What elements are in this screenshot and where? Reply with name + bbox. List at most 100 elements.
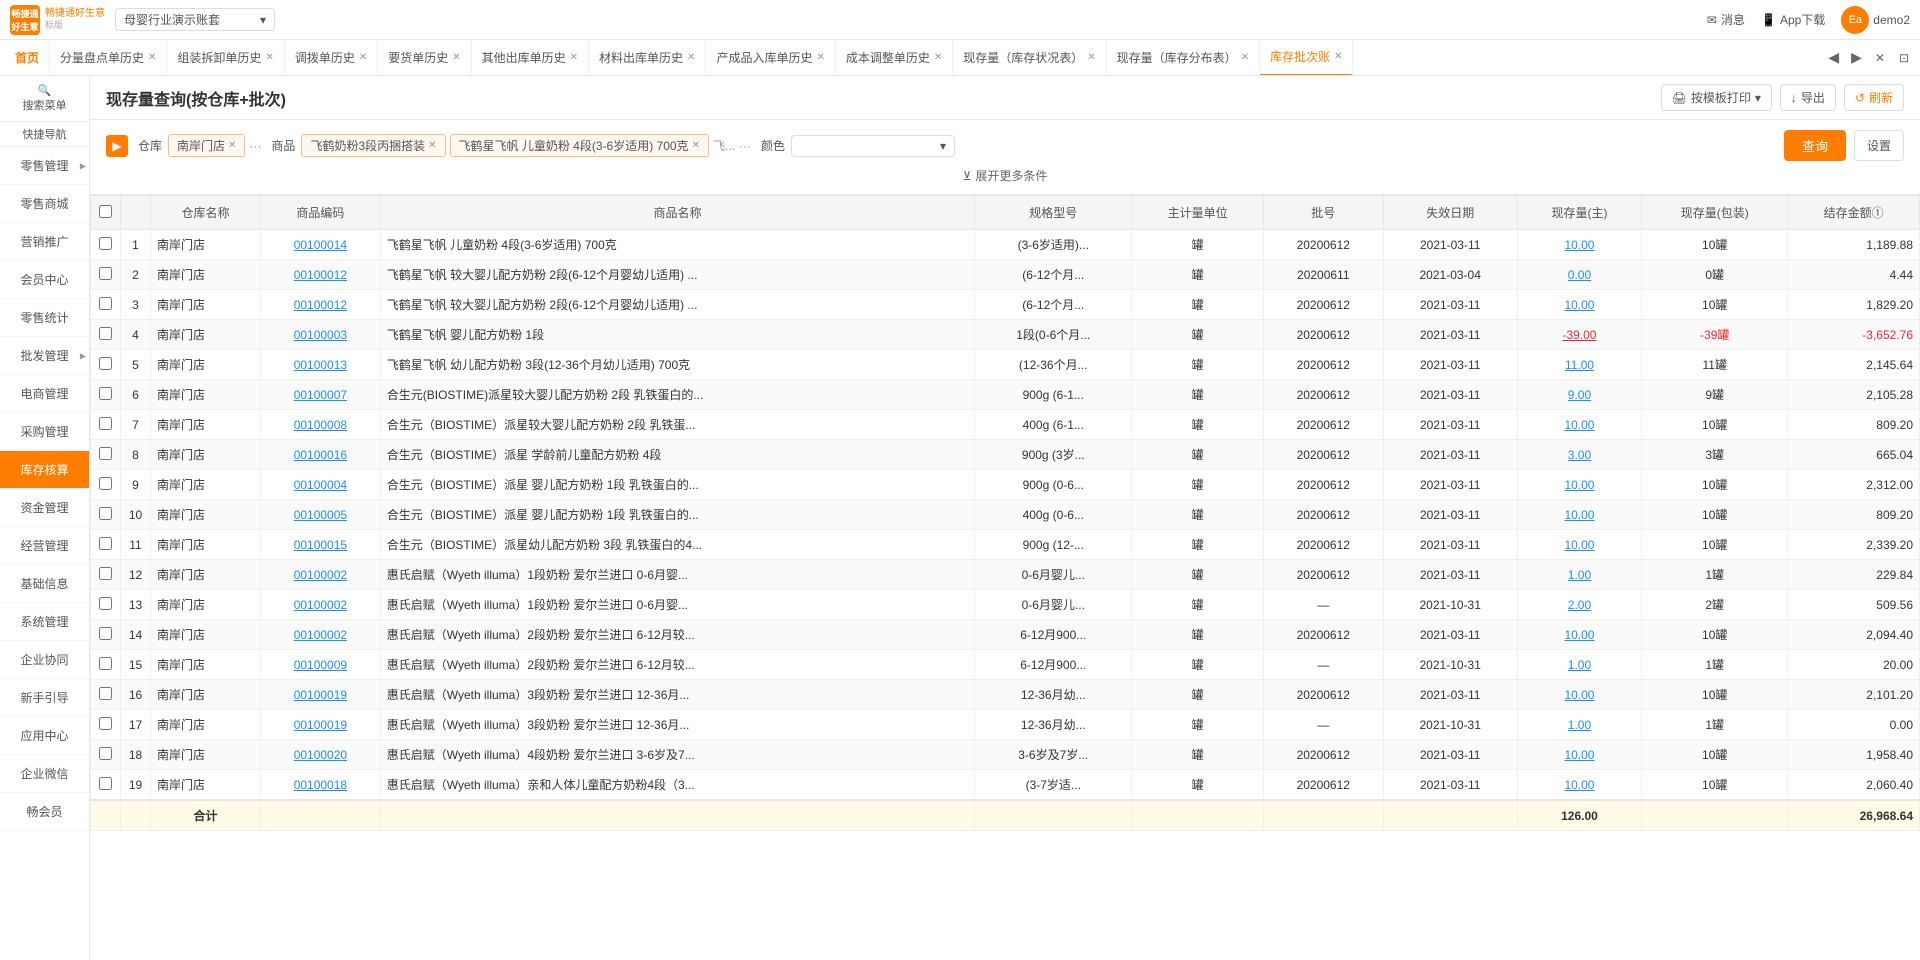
row-qty-main[interactable]: 10.00 — [1517, 230, 1641, 260]
tab-close-icon[interactable]: ✕ — [816, 52, 824, 63]
row-checkbox[interactable] — [99, 687, 112, 700]
row-qty-main[interactable]: 10.00 — [1517, 740, 1641, 770]
row-name[interactable]: 合生元（BIOSTIME）派星 婴儿配方奶粉 1段 乳铁蛋白的... — [380, 500, 975, 530]
row-code[interactable]: 00100007 — [261, 380, 381, 410]
tab-chengpin[interactable]: 产成品入库单历史 ✕ — [706, 40, 835, 76]
row-code[interactable]: 00100012 — [261, 290, 381, 320]
row-check[interactable] — [91, 380, 121, 410]
row-checkbox[interactable] — [99, 657, 112, 670]
product-more-dots[interactable]: ··· — [739, 139, 751, 153]
sidebar-item-operations[interactable]: 经营管理 — [0, 527, 89, 565]
row-checkbox[interactable] — [99, 627, 112, 640]
expand-more-btn[interactable]: ⊻ 展开更多条件 — [963, 167, 1048, 184]
row-qty-main[interactable]: 10.00 — [1517, 290, 1641, 320]
tab-close-icon[interactable]: ✕ — [570, 52, 578, 63]
row-checkbox[interactable] — [99, 777, 112, 790]
tab-close-icon[interactable]: ✕ — [687, 52, 695, 63]
tab-prev-btn[interactable]: ◀ — [1823, 49, 1844, 66]
row-check[interactable] — [91, 680, 121, 710]
row-name[interactable]: 惠氏启赋（Wyeth illuma）1段奶粉 爱尔兰进口 0-6月婴... — [380, 560, 975, 590]
tab-current[interactable]: 库存批次账 ✕ — [1260, 40, 1353, 76]
row-name[interactable]: 惠氏启赋（Wyeth illuma）3段奶粉 爱尔兰进口 12-36月... — [380, 680, 975, 710]
row-name[interactable]: 飞鹤星飞帆 儿童奶粉 4段(3-6岁适用) 700克 — [380, 230, 975, 260]
row-check[interactable] — [91, 320, 121, 350]
row-checkbox[interactable] — [99, 327, 112, 340]
row-checkbox[interactable] — [99, 387, 112, 400]
row-code[interactable]: 00100019 — [261, 680, 381, 710]
row-checkbox[interactable] — [99, 447, 112, 460]
row-check[interactable] — [91, 560, 121, 590]
sidebar-quick-nav[interactable]: 快捷导航 — [0, 122, 89, 147]
row-check[interactable] — [91, 740, 121, 770]
row-checkbox[interactable] — [99, 297, 112, 310]
row-check[interactable] — [91, 470, 121, 500]
row-code[interactable]: 00100015 — [261, 530, 381, 560]
tab-close-icon[interactable]: ✕ — [934, 52, 942, 63]
row-qty-main[interactable]: 9.00 — [1517, 380, 1641, 410]
row-name[interactable]: 惠氏启赋（Wyeth illuma）2段奶粉 爱尔兰进口 6-12月较... — [380, 620, 975, 650]
warehouse-tag-0[interactable]: 南岸门店 ✕ — [168, 134, 245, 157]
product-tag-1[interactable]: 飞鹤星飞帆 儿童奶粉 4段(3-6岁适用) 700克 ✕ — [450, 134, 709, 157]
row-code[interactable]: 00100003 — [261, 320, 381, 350]
tab-expand-btn[interactable]: ⊡ — [1893, 49, 1915, 67]
query-btn[interactable]: 查询 — [1784, 130, 1846, 161]
warehouse-tag-close-icon[interactable]: ✕ — [228, 140, 236, 151]
export-btn[interactable]: ↓ 导出 — [1780, 84, 1836, 111]
row-check[interactable] — [91, 440, 121, 470]
sidebar-item-finance[interactable]: 资金管理 — [0, 489, 89, 527]
row-name[interactable]: 合生元（BIOSTIME）派星幼儿配方奶粉 3段 乳铁蛋白的4... — [380, 530, 975, 560]
row-qty-main[interactable]: 10.00 — [1517, 500, 1641, 530]
sidebar-item-guide[interactable]: 新手引导 — [0, 679, 89, 717]
sidebar-item-enterprise[interactable]: 企业协同 — [0, 641, 89, 679]
tab-close-icon[interactable]: ✕ — [1334, 51, 1342, 62]
sidebar-item-vip[interactable]: 畅会员 — [0, 793, 89, 831]
tab-close-icon[interactable]: ✕ — [1087, 52, 1095, 63]
tab-yaohu[interactable]: 要货单历史 ✕ — [378, 40, 471, 76]
row-code[interactable]: 00100009 — [261, 650, 381, 680]
row-code[interactable]: 00100020 — [261, 740, 381, 770]
row-qty-main[interactable]: 3.00 — [1517, 440, 1641, 470]
sidebar-item-ecom[interactable]: 电商管理 — [0, 375, 89, 413]
row-checkbox[interactable] — [99, 717, 112, 730]
tab-fenku[interactable]: 分量盘点单历史 ✕ — [50, 40, 167, 76]
row-name[interactable]: 惠氏启赋（Wyeth illuma）2段奶粉 爱尔兰进口 6-12月较... — [380, 650, 975, 680]
tab-chengben[interactable]: 成本调整单历史 ✕ — [836, 40, 953, 76]
row-code[interactable]: 00100008 — [261, 410, 381, 440]
tab-close-icon[interactable]: ✕ — [359, 52, 367, 63]
account-selector[interactable]: 母婴行业演示账套 ▾ — [115, 8, 275, 31]
tab-close-icon[interactable]: ✕ — [452, 52, 460, 63]
print-btn[interactable]: 🖨 按模板打印 ▾ — [1661, 84, 1772, 111]
tab-home[interactable]: 首页 — [5, 40, 50, 76]
row-qty-main[interactable]: 10.00 — [1517, 410, 1641, 440]
product-more-btn[interactable]: 飞... — [713, 137, 735, 154]
message-btn[interactable]: ✉ 消息 — [1707, 11, 1745, 28]
tab-close-icon[interactable]: ✕ — [148, 52, 156, 63]
sidebar-item-member[interactable]: 会员中心 — [0, 261, 89, 299]
row-check[interactable] — [91, 530, 121, 560]
row-name[interactable]: 飞鹤星飞帆 幼儿配方奶粉 3段(12-36个月幼儿适用) 700克 — [380, 350, 975, 380]
row-qty-main[interactable]: 10.00 — [1517, 620, 1641, 650]
sidebar-item-basic[interactable]: 基础信息 — [0, 565, 89, 603]
app-download-btn[interactable]: 📱 App下载 — [1761, 11, 1825, 28]
color-dropdown[interactable]: ▾ — [791, 135, 955, 157]
row-qty-main[interactable]: 11.00 — [1517, 350, 1641, 380]
user-profile[interactable]: Ea demo2 — [1841, 6, 1910, 34]
row-code[interactable]: 00100014 — [261, 230, 381, 260]
row-qty-main[interactable]: 1.00 — [1517, 650, 1641, 680]
row-qty-main[interactable]: 0.00 — [1517, 260, 1641, 290]
tab-next-btn[interactable]: ▶ — [1846, 49, 1867, 66]
row-name[interactable]: 合生元(BIOSTIME)派星较大婴儿配方奶粉 2段 乳铁蛋白的... — [380, 380, 975, 410]
tab-xianzaiku2[interactable]: 现存量（库存分布表） ✕ — [1107, 40, 1260, 76]
row-qty-main[interactable]: 1.00 — [1517, 710, 1641, 740]
select-all-checkbox[interactable] — [99, 205, 112, 218]
row-code[interactable]: 00100002 — [261, 620, 381, 650]
row-name[interactable]: 飞鹤星飞帆 较大婴儿配方奶粉 2段(6-12个月婴幼儿适用) ... — [380, 260, 975, 290]
row-check[interactable] — [91, 770, 121, 801]
row-qty-main[interactable]: 10.00 — [1517, 530, 1641, 560]
sidebar-item-stats[interactable]: 零售统计 — [0, 299, 89, 337]
row-checkbox[interactable] — [99, 597, 112, 610]
sidebar-item-wholesale[interactable]: 批发管理 — [0, 337, 89, 375]
row-check[interactable] — [91, 350, 121, 380]
product-tag-1-close-icon[interactable]: ✕ — [692, 140, 700, 151]
row-name[interactable]: 合生元（BIOSTIME）派星较大婴儿配方奶粉 2段 乳铁蛋... — [380, 410, 975, 440]
